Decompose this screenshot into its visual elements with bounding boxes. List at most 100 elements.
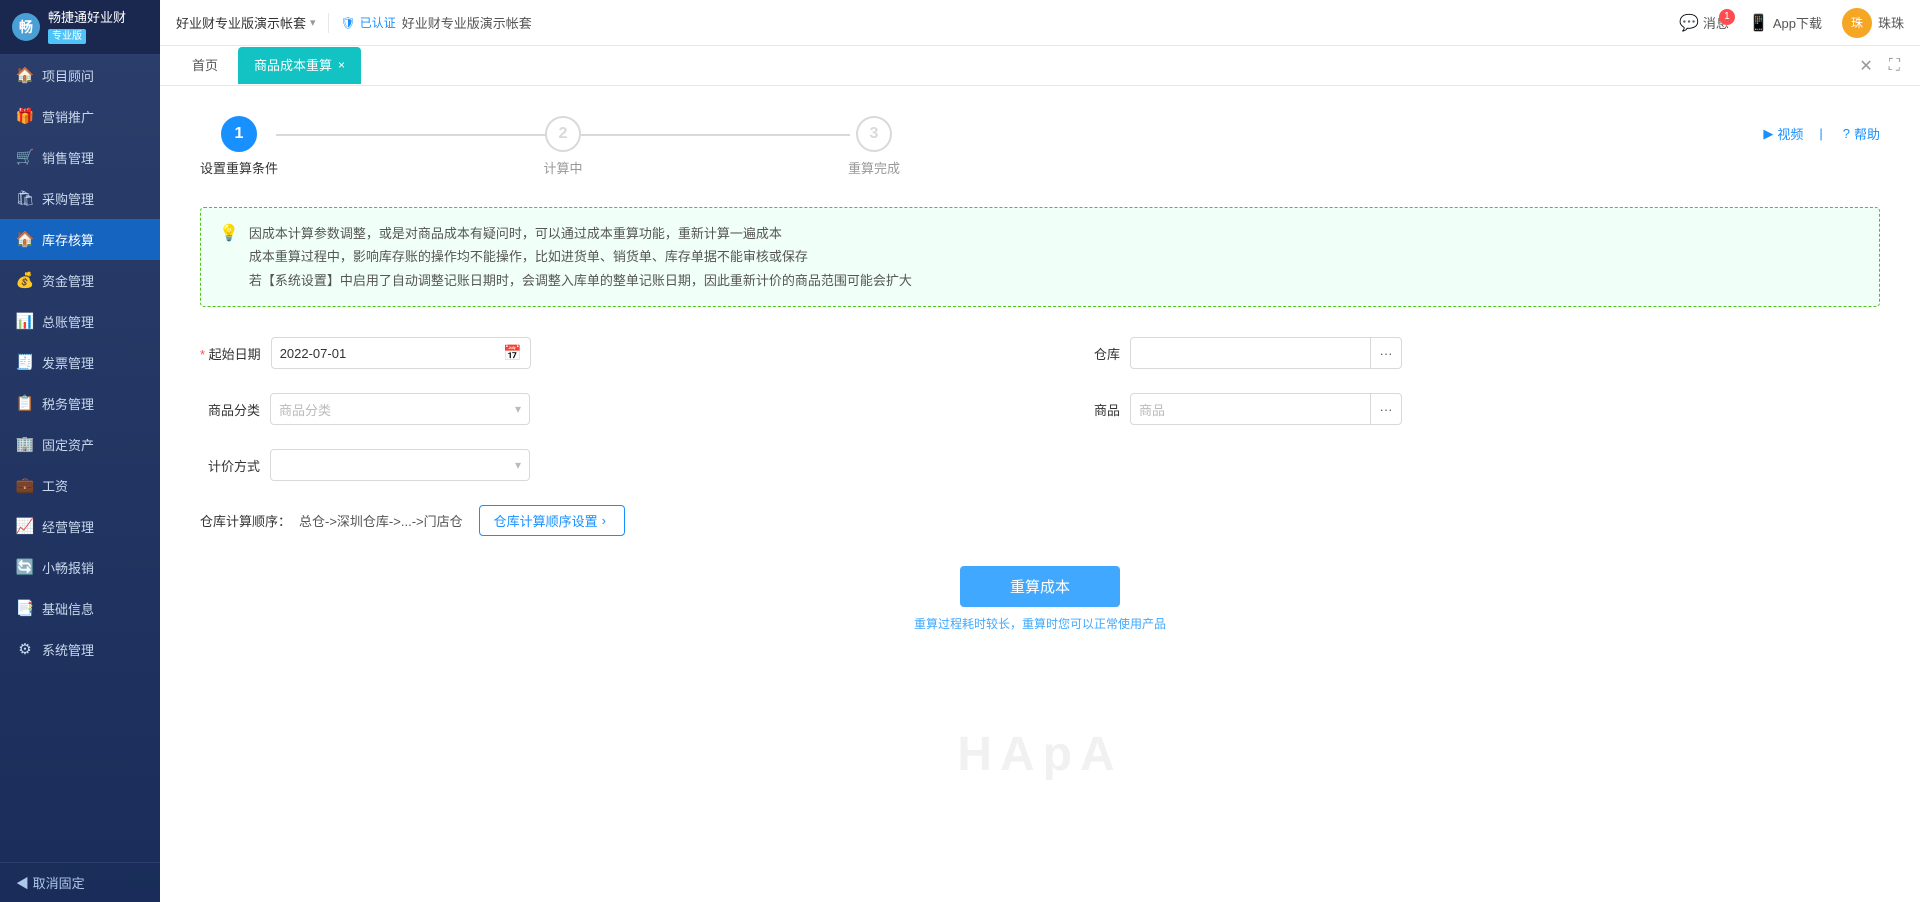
tab-cost-recalc[interactable]: 商品成本重算 ×	[238, 47, 361, 84]
unpin-button[interactable]: ◀ 取消固定	[0, 862, 160, 902]
sidebar-item-label: 总账管理	[42, 312, 94, 331]
recalc-button[interactable]: 重算成本	[960, 566, 1120, 607]
sidebar-item-assets[interactable]: 🏢 固定资产	[0, 424, 160, 465]
close-tab-button[interactable]: ✕	[1855, 54, 1876, 78]
step-line-2	[581, 134, 850, 136]
sidebar-item-accounting[interactable]: 📊 总账管理	[0, 301, 160, 342]
goods-label: 商品	[1060, 400, 1120, 419]
basic-icon: 📑	[16, 599, 34, 617]
sidebar-item-label: 资金管理	[42, 271, 94, 290]
category-select[interactable]: 商品分类 ▾	[270, 393, 530, 425]
warehouse-field: 仓库 ···	[1060, 337, 1880, 369]
sidebar-item-finance[interactable]: 💰 资金管理	[0, 260, 160, 301]
help-button[interactable]: ? 帮助	[1839, 124, 1880, 143]
step-2: 2 计算中	[544, 116, 583, 177]
calc-order-arrow-icon: ›	[602, 513, 606, 528]
sidebar-item-salary[interactable]: 💼 工资	[0, 465, 160, 506]
category-label: 商品分类	[200, 400, 260, 419]
content-area: 1 设置重算条件 2 计算中 3 重算	[160, 86, 1920, 902]
topbar: 好业财专业版演示帐套 ▾ 🛡 已认证 好业财专业版演示帐套 💬 消息 1 📱 A…	[160, 0, 1920, 46]
start-date-input[interactable]: 📅	[271, 337, 531, 369]
steps-help: ▶ 视频 | ? 帮助	[1759, 124, 1880, 143]
purchase-icon: 🛍	[16, 189, 34, 207]
step-1-label: 设置重算条件	[200, 158, 278, 177]
info-box: 💡 因成本计算参数调整，或是对商品成本有疑问时，可以通过成本重算功能，重新计算一…	[200, 207, 1880, 307]
sidebar-item-operation[interactable]: 📈 经营管理	[0, 506, 160, 547]
calc-order-row: 仓库计算顺序： 总仓->深圳仓库->...->门店仓 仓库计算顺序设置 ›	[200, 505, 1880, 536]
help-label: 帮助	[1854, 124, 1880, 143]
marketing-icon: 🎁	[16, 107, 34, 125]
category-placeholder: 商品分类	[279, 400, 331, 419]
start-date-value[interactable]	[280, 346, 499, 361]
sidebar-item-system[interactable]: ⚙ 系统管理	[0, 629, 160, 670]
start-date-field: 起始日期 📅	[200, 337, 1020, 369]
project-icon: 🏠	[16, 66, 34, 84]
sidebar-item-inventory[interactable]: 🏠 库存核算	[0, 219, 160, 260]
calc-order-settings-button[interactable]: 仓库计算顺序设置 ›	[479, 505, 625, 536]
account-selector[interactable]: 好业财专业版演示帐套 ▾	[176, 13, 316, 32]
account-name: 好业财专业版演示帐套	[176, 13, 306, 32]
expand-tab-button[interactable]: ⛶	[1885, 55, 1904, 77]
calendar-icon[interactable]: 📅	[503, 344, 522, 362]
sidebar-item-marketing[interactable]: 🎁 营销推广	[0, 96, 160, 137]
step-2-circle: 2	[545, 116, 581, 152]
sidebar-item-label: 系统管理	[42, 640, 94, 659]
warehouse-dots-button[interactable]: ···	[1370, 337, 1402, 369]
warehouse-label: 仓库	[1060, 344, 1120, 363]
tax-icon: 📋	[16, 394, 34, 412]
tab-home[interactable]: 首页	[176, 47, 234, 84]
pricing-label: 计价方式	[200, 456, 260, 475]
sidebar-item-label: 固定资产	[42, 435, 94, 454]
calc-order-btn-label: 仓库计算顺序设置	[494, 511, 598, 530]
shield-icon: 🛡	[341, 16, 356, 30]
operation-icon: 📈	[16, 517, 34, 535]
tab-home-label: 首页	[192, 55, 218, 74]
sidebar-item-label: 工资	[42, 476, 68, 495]
main-area: 好业财专业版演示帐套 ▾ 🛡 已认证 好业财专业版演示帐套 💬 消息 1 📱 A…	[160, 0, 1920, 902]
sidebar-item-invoice[interactable]: 🧾 发票管理	[0, 342, 160, 383]
warehouse-input[interactable]	[1130, 337, 1370, 369]
tabs-bar: 首页 商品成本重算 × ✕ ⛶	[160, 46, 1920, 86]
step-1-circle: 1	[221, 116, 257, 152]
sidebar-item-sales[interactable]: 🛒 销售管理	[0, 137, 160, 178]
user-menu[interactable]: 珠 珠珠	[1842, 8, 1904, 38]
sidebar-item-label: 小畅报销	[42, 558, 94, 577]
account-chevron-icon: ▾	[310, 16, 316, 29]
pricing-select[interactable]: ▾	[270, 449, 530, 481]
step-1: 1 设置重算条件	[200, 116, 278, 177]
recalc-section: 重算成本 重算过程耗时较长，重算时您可以正常使用产品	[200, 566, 1880, 632]
tab-active-label: 商品成本重算	[254, 55, 332, 74]
goods-field: 商品 商品 ···	[1060, 393, 1880, 425]
goods-input[interactable]: 商品	[1130, 393, 1370, 425]
step-3: 3 重算完成	[848, 116, 900, 177]
verified-badge: 🛡 已认证 好业财专业版演示帐套	[341, 13, 532, 32]
start-date-label: 起始日期	[200, 344, 261, 363]
sidebar-item-label: 发票管理	[42, 353, 94, 372]
topbar-right: 💬 消息 1 📱 App下载 珠 珠珠	[1679, 8, 1904, 38]
assets-icon: 🏢	[16, 435, 34, 453]
edition-badge: 专业版	[48, 29, 86, 44]
logo-text: 畅捷通好业财 专业版	[48, 10, 126, 44]
messages-button[interactable]: 💬 消息 1	[1679, 13, 1729, 33]
goods-dots-button[interactable]: ···	[1370, 393, 1402, 425]
goods-input-group: 商品 ···	[1130, 393, 1410, 425]
sidebar-item-basic[interactable]: 📑 基础信息	[0, 588, 160, 629]
video-help-button[interactable]: ▶ 视频	[1759, 124, 1803, 143]
sidebar-item-project[interactable]: 🏠 项目顾问	[0, 55, 160, 96]
invoice-icon: 🧾	[16, 353, 34, 371]
recalc-hint: 重算过程耗时较长，重算时您可以正常使用产品	[914, 615, 1166, 632]
calc-order-label: 仓库计算顺序：	[200, 511, 291, 530]
steps-container: 1 设置重算条件 2 计算中 3 重算	[200, 116, 900, 177]
sidebar-item-purchase[interactable]: 🛍 采购管理	[0, 178, 160, 219]
category-field: 商品分类 商品分类 ▾	[200, 393, 1020, 425]
tab-close-button[interactable]: ×	[338, 58, 345, 72]
category-chevron-icon: ▾	[515, 402, 521, 416]
recalc-btn-label: 重算成本	[1010, 579, 1070, 596]
app-download-button[interactable]: 📱 App下载	[1749, 13, 1822, 33]
play-icon: ▶	[1763, 126, 1773, 142]
sidebar-logo: 畅 畅捷通好业财 专业版	[0, 0, 160, 55]
app-download-label: App下载	[1773, 13, 1822, 32]
sidebar-item-label: 项目顾问	[42, 66, 94, 85]
sidebar-item-expense[interactable]: 🔄 小畅报销	[0, 547, 160, 588]
sidebar-item-tax[interactable]: 📋 税务管理	[0, 383, 160, 424]
